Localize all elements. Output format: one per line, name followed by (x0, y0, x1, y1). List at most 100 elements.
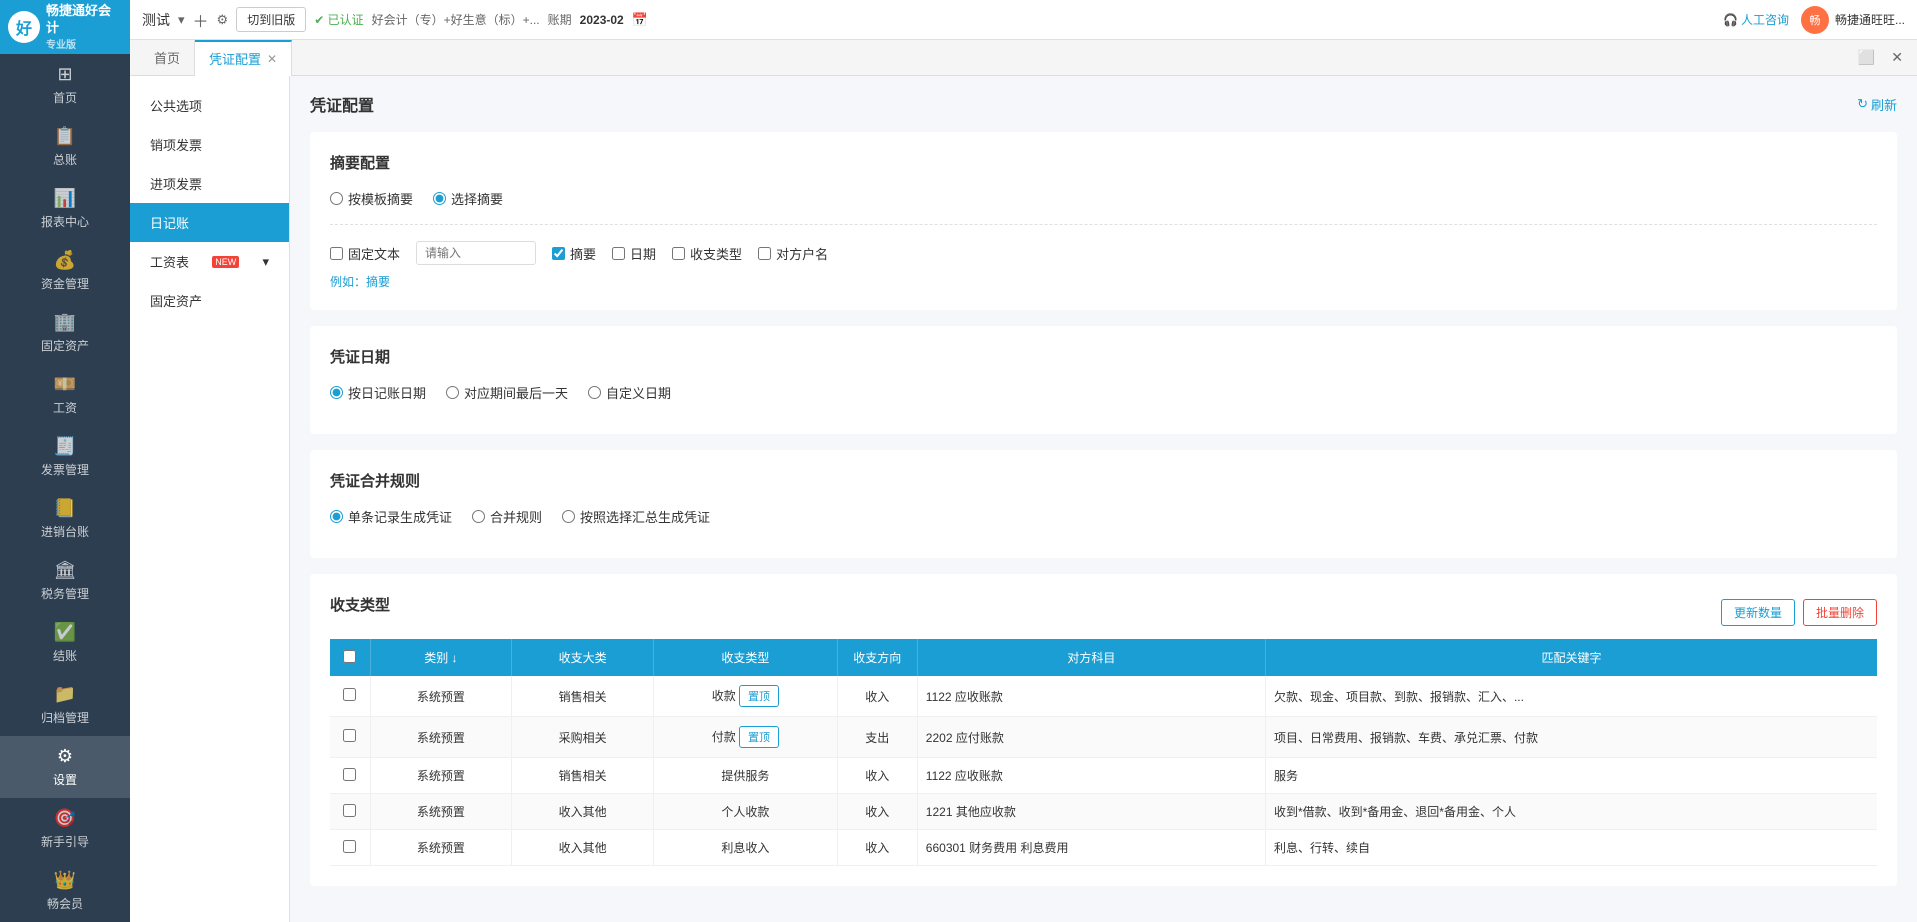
topbar-product-tags: 好会计（专）+好生意（标）+... (372, 11, 540, 28)
update-count-button[interactable]: 更新数量 (1721, 599, 1795, 626)
tab-close-icon[interactable]: ✕ (267, 52, 277, 66)
checkbox-date[interactable]: 日期 (612, 244, 656, 263)
row-checkbox-1[interactable] (343, 729, 356, 742)
radio-summary-voucher[interactable]: 按照选择汇总生成凭证 (562, 507, 710, 526)
td-direction-1: 支出 (837, 717, 917, 758)
checkbox-summary[interactable]: 摘要 (552, 244, 596, 263)
th-account: 对方科目 (917, 639, 1265, 676)
sidebar-icon-5: 💴 (54, 374, 76, 395)
radio-journal-date[interactable]: 按日记账日期 (330, 383, 426, 402)
pin-button-0[interactable]: 置顶 (739, 685, 779, 707)
sidebar-item-首页[interactable]: ⊞首页 (0, 54, 130, 116)
sidebar-icon-6: 🧾 (54, 436, 76, 457)
tab-close-window-button[interactable]: ✕ (1887, 45, 1907, 70)
new-badge-4: NEW (212, 256, 239, 268)
income-section-title: 收支类型 (330, 594, 390, 615)
topbar-period-label: 账期 (548, 11, 572, 28)
sidebar-item-总账[interactable]: 📋总账 (0, 116, 130, 178)
table-row: 系统预置 销售相关 提供服务 收入 1122 应收账款 服务 (330, 758, 1877, 794)
left-nav-item-5[interactable]: 固定资产 (130, 281, 289, 320)
logo-text: 畅捷通好会计 (46, 3, 122, 37)
date-section: 凭证日期 按日记账日期 对应期间最后一天 自定义日期 (310, 326, 1897, 434)
radio-select-summary[interactable]: 选择摘要 (433, 189, 503, 208)
td-keywords-1: 项目、日常费用、报销款、车费、承兑汇票、付款 (1265, 717, 1877, 758)
radio-period-last-day[interactable]: 对应期间最后一天 (446, 383, 568, 402)
topbar-service-button[interactable]: 🎧 人工咨询 (1723, 11, 1789, 28)
left-nav-item-1[interactable]: 销项发票 (130, 125, 289, 164)
left-nav-item-4[interactable]: 工资表 NEW ▾ (130, 242, 289, 281)
td-checkbox-3 (330, 794, 370, 830)
summary-radio-group: 按模板摘要 选择摘要 (330, 189, 1877, 208)
tab-voucher-config[interactable]: 凭证配置 ✕ (195, 40, 292, 76)
batch-delete-button[interactable]: 批量删除 (1803, 599, 1877, 626)
sidebar-item-税务管理[interactable]: 🏛税务管理 (0, 550, 130, 612)
sidebar-item-固定资产[interactable]: 🏢固定资产 (0, 302, 130, 364)
topbar-add-icon[interactable]: ＋ (193, 8, 209, 32)
refresh-button[interactable]: ↻ 刷新 (1857, 95, 1897, 114)
th-category: 类别 ↓ (370, 639, 512, 676)
topbar-avatar: 畅 (1801, 6, 1829, 34)
tab-home[interactable]: 首页 (140, 40, 195, 76)
sidebar-label-0: 首页 (53, 89, 77, 106)
fixed-text-input[interactable] (416, 241, 536, 265)
topbar-dropdown-icon[interactable]: ▾ (178, 12, 185, 28)
row-checkbox-4[interactable] (343, 840, 356, 853)
topbar-username: 畅捷通旺旺... (1835, 11, 1905, 28)
checkbox-counterpart-name[interactable]: 对方户名 (758, 244, 828, 263)
radio-merge-rule[interactable]: 合并规则 (472, 507, 542, 526)
td-category-4: 系统预置 (370, 830, 512, 866)
left-nav-item-0[interactable]: 公共选项 (130, 86, 289, 125)
row-checkbox-0[interactable] (343, 688, 356, 701)
sidebar-label-13: 畅会员 (47, 895, 83, 912)
sidebar-item-报表中心[interactable]: 📊报表中心 (0, 178, 130, 240)
td-major-2: 销售相关 (512, 758, 654, 794)
pin-button-1[interactable]: 置顶 (739, 726, 779, 748)
left-nav-item-2[interactable]: 进项发票 (130, 164, 289, 203)
radio-template-summary[interactable]: 按模板摘要 (330, 189, 413, 208)
sidebar-item-新手引导[interactable]: 🎯新手引导 (0, 798, 130, 860)
income-table: 类别 ↓ 收支大类 收支类型 收支方向 对方科目 匹配关键字 系统预置 销售相关… (330, 639, 1877, 866)
left-nav-item-3[interactable]: 日记账 (130, 203, 289, 242)
table-action-buttons: 更新数量 批量删除 (1721, 599, 1877, 626)
td-checkbox-2 (330, 758, 370, 794)
sidebar-item-结账[interactable]: ✅结账 (0, 612, 130, 674)
radio-custom-date[interactable]: 自定义日期 (588, 383, 671, 402)
radio-single-voucher[interactable]: 单条记录生成凭证 (330, 507, 452, 526)
topbar-period-value: 2023-02 (580, 13, 624, 27)
sidebar-item-归档管理[interactable]: 📁归档管理 (0, 674, 130, 736)
td-category-2: 系统预置 (370, 758, 512, 794)
td-direction-2: 收入 (837, 758, 917, 794)
select-all-checkbox[interactable] (343, 650, 356, 663)
logo-icon: 好 (8, 11, 40, 43)
sidebar-icon-4: 🏢 (54, 312, 76, 333)
topbar-certified-tag: ✔ 已认证 (314, 11, 363, 28)
sidebar-item-进销台账[interactable]: 📒进销台账 (0, 488, 130, 550)
service-headset-icon: 🎧 (1723, 13, 1738, 27)
td-type-0: 收款 置顶 (653, 676, 837, 717)
left-nav: 公共选项销项发票进项发票日记账工资表 NEW ▾固定资产 (130, 76, 290, 922)
sidebar-item-工资[interactable]: 💴工资 (0, 364, 130, 426)
sidebar-item-发票管理[interactable]: 🧾发票管理 (0, 426, 130, 488)
topbar: 测试 ▾ ＋ ⚙ 切到旧版 ✔ 已认证 好会计（专）+好生意（标）+... 账期… (130, 0, 1917, 40)
topbar-gear-icon[interactable]: ⚙ (217, 12, 229, 28)
row-checkbox-2[interactable] (343, 768, 356, 781)
th-checkbox (330, 639, 370, 676)
td-keywords-4: 利息、行转、续自 (1265, 830, 1877, 866)
topbar-user-area[interactable]: 畅 畅捷通旺旺... (1801, 6, 1905, 34)
row-checkbox-3[interactable] (343, 804, 356, 817)
topbar-calendar-icon[interactable]: 📅 (632, 12, 648, 28)
sidebar-label-8: 税务管理 (41, 585, 89, 602)
td-major-3: 收入其他 (512, 794, 654, 830)
tab-minimize-button[interactable]: ⬜ (1854, 45, 1879, 70)
td-direction-3: 收入 (837, 794, 917, 830)
td-category-3: 系统预置 (370, 794, 512, 830)
checkbox-fixed-text[interactable]: 固定文本 (330, 244, 400, 263)
sidebar-item-资金管理[interactable]: 💰资金管理 (0, 240, 130, 302)
sidebar-item-畅会员[interactable]: 👑畅会员 (0, 860, 130, 922)
td-keywords-2: 服务 (1265, 758, 1877, 794)
checkbox-income-type[interactable]: 收支类型 (672, 244, 742, 263)
sidebar-item-设置[interactable]: ⚙设置 (0, 736, 130, 798)
sidebar-icon-7: 📒 (54, 498, 76, 519)
switch-version-button[interactable]: 切到旧版 (236, 7, 306, 32)
td-category-0: 系统预置 (370, 676, 512, 717)
